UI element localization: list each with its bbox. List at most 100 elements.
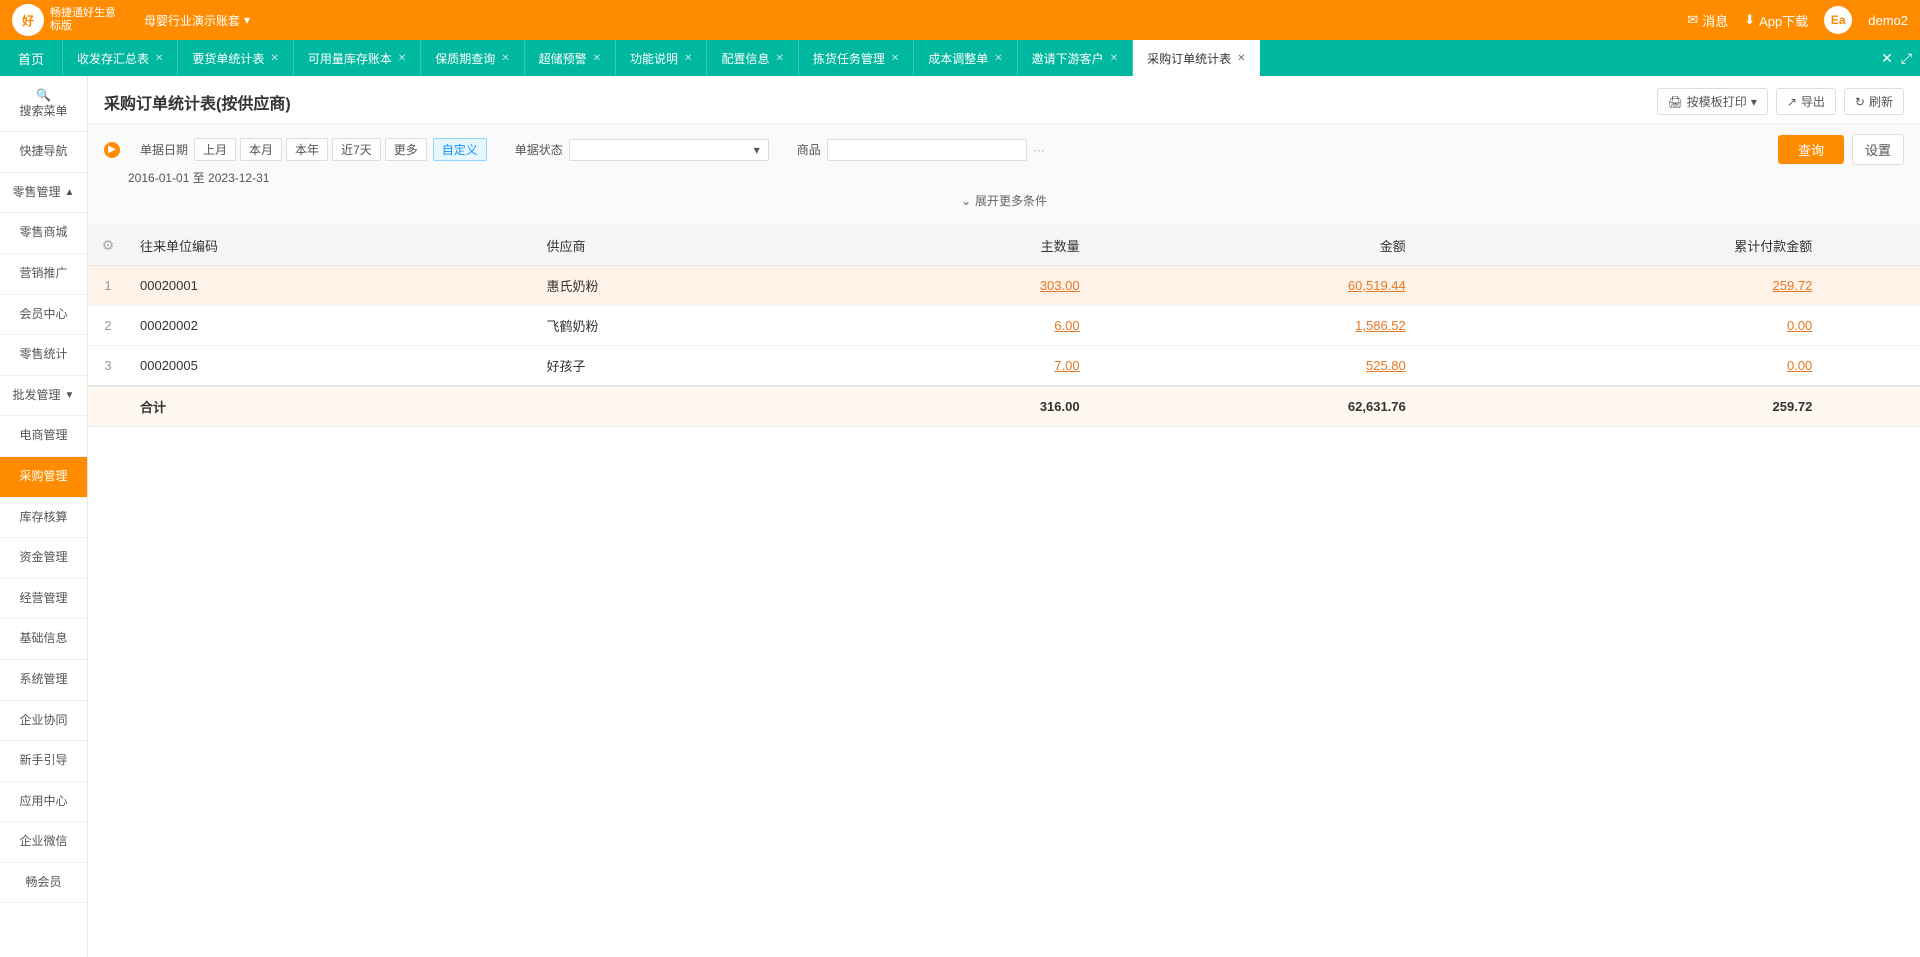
row-paid-2[interactable]: 0.00	[1418, 306, 1825, 346]
close-icon[interactable]: ✕	[775, 53, 783, 64]
refresh-button[interactable]: ↻ 刷新	[1844, 88, 1904, 115]
tab-home[interactable]: 首页	[0, 40, 63, 76]
close-icon[interactable]: ✕	[593, 53, 601, 64]
chevron-down-icon: ⌄	[961, 194, 971, 208]
print-button[interactable]: 🖨 按模板打印 ▾	[1657, 88, 1768, 115]
row-amount-3[interactable]: 525.80	[1092, 346, 1418, 387]
query-button[interactable]: 查询	[1778, 135, 1844, 164]
close-icon[interactable]: ✕	[1237, 53, 1245, 64]
status-select[interactable]: ▾	[569, 139, 769, 161]
logo-text: 畅捷通好生意 标版	[50, 7, 116, 33]
date-btn-this-year[interactable]: 本年	[286, 138, 328, 161]
sidebar-item-ecommerce[interactable]: 电商管理	[0, 416, 87, 457]
tab-window-actions: ✕ ⤢	[1881, 50, 1920, 67]
download-icon: ⬇	[1744, 12, 1755, 28]
date-btn-this-month[interactable]: 本月	[240, 138, 282, 161]
page-actions: 🖨 按模板打印 ▾ ↗ 导出 ↻ 刷新	[1657, 88, 1904, 115]
date-btn-last-month[interactable]: 上月	[194, 138, 236, 161]
more-options-icon[interactable]: ···	[1033, 143, 1045, 157]
close-window-icon[interactable]: ✕	[1881, 50, 1893, 67]
sidebar-item-changhui[interactable]: 畅会员	[0, 863, 87, 904]
row-code-3: 00020005	[128, 346, 535, 387]
avatar[interactable]: Ea	[1824, 6, 1852, 34]
row-supplier-2: 飞鹤奶粉	[535, 306, 838, 346]
sidebar-item-retail-stats[interactable]: 零售统计	[0, 335, 87, 376]
footer-extra	[1824, 386, 1920, 427]
maximize-icon[interactable]: ⤢	[1901, 50, 1912, 67]
tab-yaoqing[interactable]: 邀请下游客户 ✕	[1018, 40, 1133, 76]
sidebar-item-member-center[interactable]: 会员中心	[0, 295, 87, 336]
footer-paid: 259.72	[1418, 386, 1825, 427]
goods-input[interactable]	[827, 139, 1027, 161]
tab-caigou-active[interactable]: 采购订单统计表 ✕	[1133, 40, 1260, 76]
close-icon[interactable]: ✕	[891, 53, 899, 64]
logo-area: 好 畅捷通好生意 标版	[12, 4, 116, 36]
tab-chaochu[interactable]: 超储预警 ✕	[525, 40, 616, 76]
settings-button[interactable]: 设置	[1852, 134, 1904, 165]
export-button[interactable]: ↗ 导出	[1776, 88, 1836, 115]
sidebar-item-finance[interactable]: 资金管理	[0, 538, 87, 579]
username-label[interactable]: demo2	[1868, 13, 1908, 28]
chevron-down-icon: ▼	[65, 389, 75, 402]
table-row: 1 00020001 惠氏奶粉 303.00 60,519.44 259.72	[88, 266, 1920, 306]
tab-peizhi[interactable]: 配置信息 ✕	[707, 40, 798, 76]
tab-gongneng[interactable]: 功能说明 ✕	[616, 40, 707, 76]
col-code-header: 往来单位编码	[128, 226, 535, 266]
filter-toggle-arrow[interactable]: ▶	[104, 142, 120, 158]
expand-more-toggle[interactable]: ⌄ 展开更多条件	[961, 192, 1047, 209]
close-icon[interactable]: ✕	[398, 53, 406, 64]
sidebar-item-quick-nav[interactable]: 快捷导航	[0, 132, 87, 173]
row-extra-1	[1824, 266, 1920, 306]
tab-keyongliang[interactable]: 可用量库存账本 ✕	[294, 40, 421, 76]
column-settings-icon[interactable]: ⚙	[102, 237, 115, 253]
sidebar-item-inventory[interactable]: 库存核算	[0, 498, 87, 539]
row-supplier-3: 好孩子	[535, 346, 838, 387]
date-btn-more[interactable]: 更多	[385, 138, 427, 161]
date-btn-7days[interactable]: 近7天	[332, 138, 381, 161]
close-icon[interactable]: ✕	[501, 53, 509, 64]
table-footer-row: 合计 316.00 62,631.76 259.72	[88, 386, 1920, 427]
nav-tabs-bar: 首页 收发存汇总表 ✕ 要货单统计表 ✕ 可用量库存账本 ✕ 保质期查询 ✕ 超…	[0, 40, 1920, 76]
row-code-2: 00020002	[128, 306, 535, 346]
date-filter-label: 单据日期	[140, 141, 188, 158]
sidebar-item-retail-mall[interactable]: 零售商城	[0, 213, 87, 254]
sidebar-item-basic-info[interactable]: 基础信息	[0, 619, 87, 660]
tab-jianhuo[interactable]: 拣货任务管理 ✕	[799, 40, 914, 76]
app-download-button[interactable]: ⬇ App下载	[1744, 11, 1808, 30]
row-extra-2	[1824, 306, 1920, 346]
sidebar-item-newbie-guide[interactable]: 新手引导	[0, 741, 87, 782]
tab-shoufacun[interactable]: 收发存汇总表 ✕	[63, 40, 178, 76]
chevron-down-icon: ▲	[65, 186, 75, 199]
sidebar-item-enterprise-collab[interactable]: 企业协同	[0, 701, 87, 742]
tab-chengben[interactable]: 成本调整单 ✕	[914, 40, 1017, 76]
footer-amount: 62,631.76	[1092, 386, 1418, 427]
sidebar-item-wholesale[interactable]: 批发管理 ▼	[0, 376, 87, 417]
filter-status: 单据状态 ▾	[515, 139, 769, 161]
tab-yaohuo[interactable]: 要货单统计表 ✕	[178, 40, 293, 76]
sidebar-item-app-center[interactable]: 应用中心	[0, 782, 87, 823]
close-icon[interactable]: ✕	[270, 53, 278, 64]
row-paid-3[interactable]: 0.00	[1418, 346, 1825, 387]
row-amount-1[interactable]: 60,519.44	[1092, 266, 1418, 306]
sidebar-item-wechat[interactable]: 企业微信	[0, 822, 87, 863]
row-qty-2[interactable]: 6.00	[837, 306, 1091, 346]
close-icon[interactable]: ✕	[1110, 53, 1118, 64]
sidebar-item-retail-mgmt[interactable]: 零售管理 ▲	[0, 173, 87, 214]
row-qty-3[interactable]: 7.00	[837, 346, 1091, 387]
row-paid-1[interactable]: 259.72	[1418, 266, 1825, 306]
row-amount-2[interactable]: 1,586.52	[1092, 306, 1418, 346]
messages-button[interactable]: ✉ 消息	[1687, 11, 1728, 30]
sidebar-item-search[interactable]: 🔍 搜索菜单	[0, 76, 87, 132]
sidebar-item-marketing[interactable]: 营销推广	[0, 254, 87, 295]
tab-baozhi[interactable]: 保质期查询 ✕	[421, 40, 524, 76]
close-icon[interactable]: ✕	[684, 53, 692, 64]
close-icon[interactable]: ✕	[155, 53, 163, 64]
workspace-selector[interactable]: 母婴行业演示账套 ▾	[144, 12, 250, 29]
expand-row: ⌄ 展开更多条件	[104, 186, 1904, 215]
sidebar-item-operations[interactable]: 经营管理	[0, 579, 87, 620]
row-qty-1[interactable]: 303.00	[837, 266, 1091, 306]
close-icon[interactable]: ✕	[994, 53, 1002, 64]
sidebar-item-system[interactable]: 系统管理	[0, 660, 87, 701]
col-settings: ⚙	[88, 226, 128, 266]
sidebar-item-purchase[interactable]: 采购管理	[0, 457, 87, 498]
